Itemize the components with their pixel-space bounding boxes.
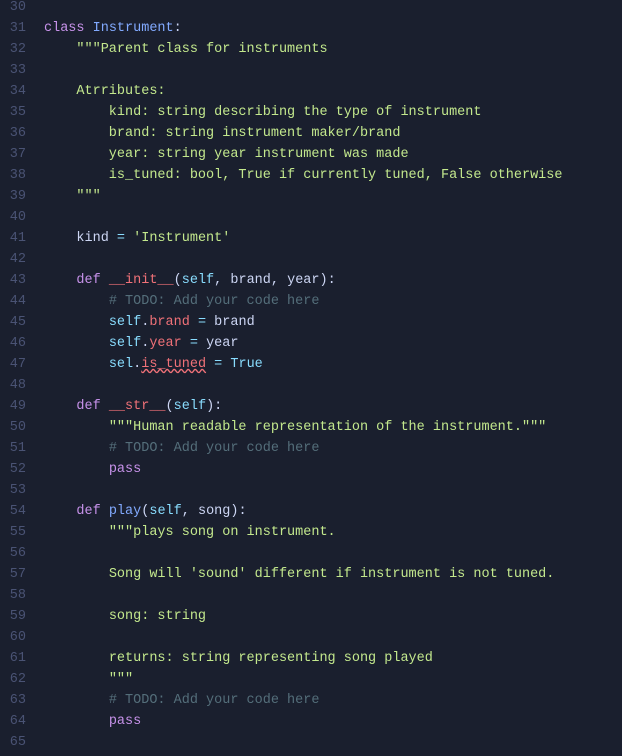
line-content: # TODO: Add your code here — [42, 294, 622, 309]
line-number: 54 — [0, 504, 42, 519]
line-content: """ — [42, 672, 622, 687]
line-content: returns: string representing song played — [42, 651, 622, 666]
line-content: sel.is_tuned = True — [42, 357, 622, 372]
line-number: 49 — [0, 399, 42, 414]
code-line: 31class Instrument: — [0, 21, 622, 42]
line-number: 37 — [0, 147, 42, 162]
line-number: 45 — [0, 315, 42, 330]
code-line: 59 song: string — [0, 609, 622, 630]
code-line: 58 — [0, 588, 622, 609]
code-line: 61 returns: string representing song pla… — [0, 651, 622, 672]
line-content: Song will 'sound' different if instrumen… — [42, 567, 622, 582]
code-line: 55 """plays song on instrument. — [0, 525, 622, 546]
code-line: 48 — [0, 378, 622, 399]
code-line: 51 # TODO: Add your code here — [0, 441, 622, 462]
line-content: """Human readable representation of the … — [42, 420, 622, 435]
line-number: 58 — [0, 588, 42, 603]
line-content: kind = 'Instrument' — [42, 231, 622, 246]
code-line: 62 """ — [0, 672, 622, 693]
line-number: 47 — [0, 357, 42, 372]
code-line: 65 — [0, 735, 622, 756]
line-content: self.year = year — [42, 336, 622, 351]
line-number: 46 — [0, 336, 42, 351]
line-content: # TODO: Add your code here — [42, 693, 622, 708]
code-line: 56 — [0, 546, 622, 567]
code-line: 40 — [0, 210, 622, 231]
line-content: song: string — [42, 609, 622, 624]
code-line: 35 kind: string describing the type of i… — [0, 105, 622, 126]
line-number: 30 — [0, 0, 42, 15]
line-number: 62 — [0, 672, 42, 687]
line-number: 52 — [0, 462, 42, 477]
line-content: def __str__(self): — [42, 399, 622, 414]
line-number: 44 — [0, 294, 42, 309]
code-line: 44 # TODO: Add your code here — [0, 294, 622, 315]
line-number: 35 — [0, 105, 42, 120]
code-editor: 3031class Instrument:32 """Parent class … — [0, 0, 622, 756]
line-content: class Instrument: — [42, 21, 622, 36]
code-line: 60 — [0, 630, 622, 651]
line-content: is_tuned: bool, True if currently tuned,… — [42, 168, 622, 183]
code-line: 30 — [0, 0, 622, 21]
code-line: 43 def __init__(self, brand, year): — [0, 273, 622, 294]
line-number: 57 — [0, 567, 42, 582]
line-content: kind: string describing the type of inst… — [42, 105, 622, 120]
line-number: 43 — [0, 273, 42, 288]
line-number: 33 — [0, 63, 42, 78]
code-line: 37 year: string year instrument was made — [0, 147, 622, 168]
line-number: 60 — [0, 630, 42, 645]
line-content: Atrributes: — [42, 84, 622, 99]
line-number: 56 — [0, 546, 42, 561]
line-number: 39 — [0, 189, 42, 204]
code-line: 39 """ — [0, 189, 622, 210]
line-number: 32 — [0, 42, 42, 57]
line-number: 40 — [0, 210, 42, 225]
line-content: def play(self, song): — [42, 504, 622, 519]
line-number: 65 — [0, 735, 42, 750]
line-number: 51 — [0, 441, 42, 456]
line-number: 38 — [0, 168, 42, 183]
code-line: 46 self.year = year — [0, 336, 622, 357]
code-line: 52 pass — [0, 462, 622, 483]
code-line: 64 pass — [0, 714, 622, 735]
code-line: 38 is_tuned: bool, True if currently tun… — [0, 168, 622, 189]
line-content: """Parent class for instruments — [42, 42, 622, 57]
line-content: brand: string instrument maker/brand — [42, 126, 622, 141]
code-line: 50 """Human readable representation of t… — [0, 420, 622, 441]
line-content: pass — [42, 462, 622, 477]
line-number: 34 — [0, 84, 42, 99]
code-line: 45 self.brand = brand — [0, 315, 622, 336]
line-number: 42 — [0, 252, 42, 267]
code-line: 33 — [0, 63, 622, 84]
line-number: 59 — [0, 609, 42, 624]
code-line: 54 def play(self, song): — [0, 504, 622, 525]
line-number: 31 — [0, 21, 42, 36]
code-line: 47 sel.is_tuned = True — [0, 357, 622, 378]
line-content: """ — [42, 189, 622, 204]
line-number: 61 — [0, 651, 42, 666]
line-content: """plays song on instrument. — [42, 525, 622, 540]
code-line: 49 def __str__(self): — [0, 399, 622, 420]
line-number: 55 — [0, 525, 42, 540]
line-number: 36 — [0, 126, 42, 141]
code-line: 57 Song will 'sound' different if instru… — [0, 567, 622, 588]
line-content: self.brand = brand — [42, 315, 622, 330]
code-line: 32 """Parent class for instruments — [0, 42, 622, 63]
code-line: 42 — [0, 252, 622, 273]
code-line: 41 kind = 'Instrument' — [0, 231, 622, 252]
line-content: year: string year instrument was made — [42, 147, 622, 162]
code-line: 36 brand: string instrument maker/brand — [0, 126, 622, 147]
line-number: 63 — [0, 693, 42, 708]
code-line: 63 # TODO: Add your code here — [0, 693, 622, 714]
line-content: # TODO: Add your code here — [42, 441, 622, 456]
line-number: 53 — [0, 483, 42, 498]
line-content: def __init__(self, brand, year): — [42, 273, 622, 288]
code-line: 34 Atrributes: — [0, 84, 622, 105]
line-number: 41 — [0, 231, 42, 246]
line-number: 50 — [0, 420, 42, 435]
code-line: 53 — [0, 483, 622, 504]
line-number: 48 — [0, 378, 42, 393]
